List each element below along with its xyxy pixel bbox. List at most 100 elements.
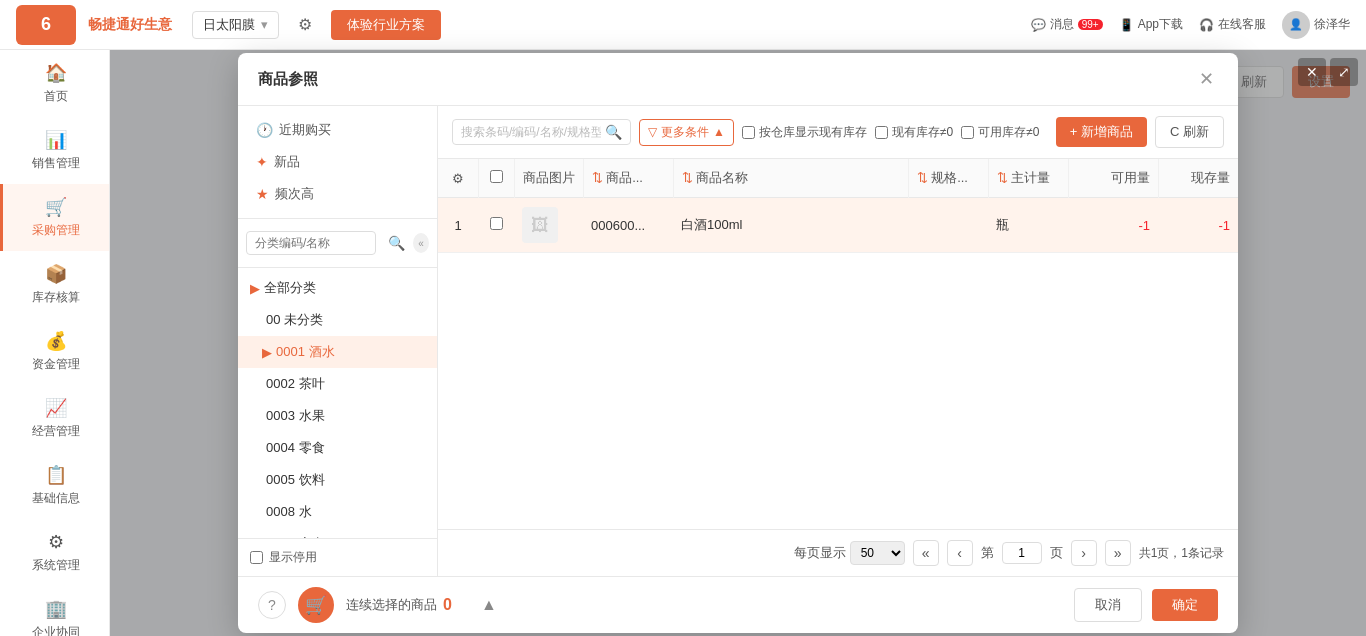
sidebar-label-sales: 销售管理 bbox=[32, 155, 80, 172]
first-page-button[interactable]: « bbox=[913, 540, 939, 566]
nav-recent-purchase[interactable]: 🕐 近期购买 bbox=[246, 114, 429, 146]
prev-page-button[interactable]: ‹ bbox=[947, 540, 973, 566]
show-disabled-label: 显示停用 bbox=[269, 549, 317, 566]
cat-item-0002[interactable]: 0002 茶叶 bbox=[238, 368, 437, 400]
confirm-button[interactable]: 确定 bbox=[1152, 589, 1218, 621]
cell-unit: 瓶 bbox=[988, 198, 1068, 253]
modal-close-button[interactable]: ✕ bbox=[1194, 67, 1218, 91]
product-table: ⚙ 商品图片 ⇅ 商品... bbox=[438, 159, 1238, 253]
category-search-icon[interactable]: 🔍 bbox=[380, 227, 413, 259]
col-header-avail: 可用量 bbox=[1068, 159, 1158, 198]
footer-action-buttons: 取消 确定 bbox=[1074, 588, 1218, 622]
new-icon: ✦ bbox=[256, 154, 268, 170]
row-checkbox[interactable] bbox=[490, 217, 503, 230]
sidebar-item-system[interactable]: ⚙ 系统管理 bbox=[0, 519, 109, 586]
col-header-spec[interactable]: ⇅ 规格... bbox=[908, 159, 988, 198]
table-body: 1 🖼 000600... 白酒100ml 瓶 bbox=[438, 198, 1238, 253]
minimize-icon[interactable]: ✕ bbox=[1298, 58, 1326, 86]
left-nav: 🕐 近期购买 ✦ 新品 ★ 频次高 bbox=[238, 106, 437, 219]
next-page-button[interactable]: › bbox=[1071, 540, 1097, 566]
current-page-input[interactable] bbox=[1002, 542, 1042, 564]
warehouse-stock-checkbox-wrap[interactable]: 按仓库显示现有库存 bbox=[742, 124, 867, 141]
total-info: 共1页，1条记录 bbox=[1139, 545, 1224, 562]
username-label: 徐泽华 bbox=[1314, 16, 1350, 33]
nav-high-freq[interactable]: ★ 频次高 bbox=[246, 178, 429, 210]
modal-corner-buttons: ✕ ⤢ bbox=[1298, 58, 1358, 86]
online-service-item[interactable]: 🎧 在线客服 bbox=[1199, 16, 1266, 33]
app-download-item[interactable]: 📱 App下载 bbox=[1119, 16, 1183, 33]
cancel-button[interactable]: 取消 bbox=[1074, 588, 1142, 622]
refresh-button[interactable]: C 刷新 bbox=[1155, 116, 1224, 148]
col-header-name[interactable]: ⇅ 商品名称 bbox=[673, 159, 908, 198]
col-header-checkbox[interactable] bbox=[478, 159, 514, 198]
col-header-settings[interactable]: ⚙ bbox=[438, 159, 478, 198]
message-item[interactable]: 💬 消息 99+ bbox=[1031, 16, 1103, 33]
brand-name: 畅捷通好生意 bbox=[88, 16, 172, 34]
cat-item-0008[interactable]: 0008 水 bbox=[238, 496, 437, 528]
collapse-left-panel-btn[interactable]: « bbox=[413, 233, 429, 253]
more-conditions-label: 更多条件 bbox=[661, 124, 709, 141]
chevron-down-icon: ▾ bbox=[261, 17, 268, 32]
product-search-input[interactable] bbox=[461, 125, 601, 139]
category-search-input[interactable] bbox=[246, 231, 376, 255]
cat-item-0010[interactable]: 0010 家电 bbox=[238, 528, 437, 538]
show-disabled-checkbox[interactable] bbox=[250, 551, 263, 564]
help-button[interactable]: ? bbox=[258, 591, 286, 619]
cat-0001-label: 0001 酒水 bbox=[276, 343, 335, 361]
user-profile-item[interactable]: 👤 徐泽华 bbox=[1282, 11, 1350, 39]
sidebar-label-finance: 资金管理 bbox=[32, 356, 80, 373]
sidebar-item-sales[interactable]: 📊 销售管理 bbox=[0, 117, 109, 184]
show-disabled-row: 显示停用 bbox=[238, 538, 437, 576]
select-all-checkbox[interactable] bbox=[490, 170, 503, 183]
pagination-bar: 每页显示 50 20 100 « ‹ 第 页 bbox=[438, 529, 1238, 576]
cat-item-0004[interactable]: 0004 零食 bbox=[238, 432, 437, 464]
add-product-button[interactable]: + 新增商品 bbox=[1056, 117, 1147, 147]
home-icon: 🏠 bbox=[45, 62, 67, 84]
table-row[interactable]: 1 🖼 000600... 白酒100ml 瓶 bbox=[438, 198, 1238, 253]
col-header-code[interactable]: ⇅ 商品... bbox=[583, 159, 673, 198]
sidebar-item-enterprise[interactable]: 🏢 企业协同 bbox=[0, 586, 109, 636]
cat-item-0005[interactable]: 0005 饮料 bbox=[238, 464, 437, 496]
sidebar-item-purchase[interactable]: 🛒 采购管理 bbox=[0, 184, 109, 251]
avail-stock-checkbox[interactable] bbox=[961, 126, 974, 139]
more-conditions-button[interactable]: ▽ 更多条件 ▲ bbox=[639, 119, 734, 146]
trial-button[interactable]: 体验行业方案 bbox=[331, 10, 441, 40]
sidebar-label-home: 首页 bbox=[44, 88, 68, 105]
cat-item-0003[interactable]: 0003 水果 bbox=[238, 400, 437, 432]
sidebar-label-purchase: 采购管理 bbox=[32, 222, 80, 239]
warehouse-selector[interactable]: 日太阳膜 ▾ bbox=[192, 11, 279, 39]
cat-00-label: 00 未分类 bbox=[266, 311, 323, 329]
sidebar-item-operation[interactable]: 📈 经营管理 bbox=[0, 385, 109, 452]
avatar: 👤 bbox=[1282, 11, 1310, 39]
avail-stock-label: 可用库存≠0 bbox=[978, 124, 1039, 141]
settings-icon[interactable]: ⚙ bbox=[289, 9, 321, 41]
sales-icon: 📊 bbox=[45, 129, 67, 151]
last-page-button[interactable]: » bbox=[1105, 540, 1131, 566]
col-header-unit[interactable]: ⇅ 主计量 bbox=[988, 159, 1068, 198]
cell-checkbox[interactable] bbox=[478, 198, 514, 253]
cart-button[interactable]: 🛒 bbox=[298, 587, 334, 623]
expand-icon[interactable]: ⤢ bbox=[1330, 58, 1358, 86]
app-logo: 6 bbox=[16, 5, 76, 45]
cell-spec bbox=[908, 198, 988, 253]
sidebar-item-home[interactable]: 🏠 首页 bbox=[0, 50, 109, 117]
avail-stock-checkbox-wrap[interactable]: 可用库存≠0 bbox=[961, 124, 1039, 141]
cat-item-00[interactable]: 00 未分类 bbox=[238, 304, 437, 336]
sidebar-item-inventory[interactable]: 📦 库存核算 bbox=[0, 251, 109, 318]
footer-collapse-button[interactable]: ▲ bbox=[475, 591, 503, 619]
cat-item-0001[interactable]: ▶ 0001 酒水 bbox=[238, 336, 437, 368]
current-stock-checkbox[interactable] bbox=[875, 126, 888, 139]
page-size-select[interactable]: 50 20 100 bbox=[850, 541, 905, 565]
enterprise-icon: 🏢 bbox=[45, 598, 67, 620]
current-stock-checkbox-wrap[interactable]: 现有库存≠0 bbox=[875, 124, 953, 141]
page-prefix: 第 bbox=[981, 544, 994, 562]
headset-icon: 🎧 bbox=[1199, 18, 1214, 32]
modal-footer: ? 🛒 连续选择的商品 0 ▲ 取消 确定 bbox=[238, 576, 1238, 633]
warehouse-stock-checkbox[interactable] bbox=[742, 126, 755, 139]
cat-item-all[interactable]: ▶ 全部分类 bbox=[238, 272, 437, 304]
warehouse-selector-text: 日太阳膜 bbox=[203, 16, 255, 34]
product-search-icon[interactable]: 🔍 bbox=[605, 124, 622, 140]
sidebar-item-finance[interactable]: 💰 资金管理 bbox=[0, 318, 109, 385]
sidebar-item-basic[interactable]: 📋 基础信息 bbox=[0, 452, 109, 519]
nav-new-products[interactable]: ✦ 新品 bbox=[246, 146, 429, 178]
